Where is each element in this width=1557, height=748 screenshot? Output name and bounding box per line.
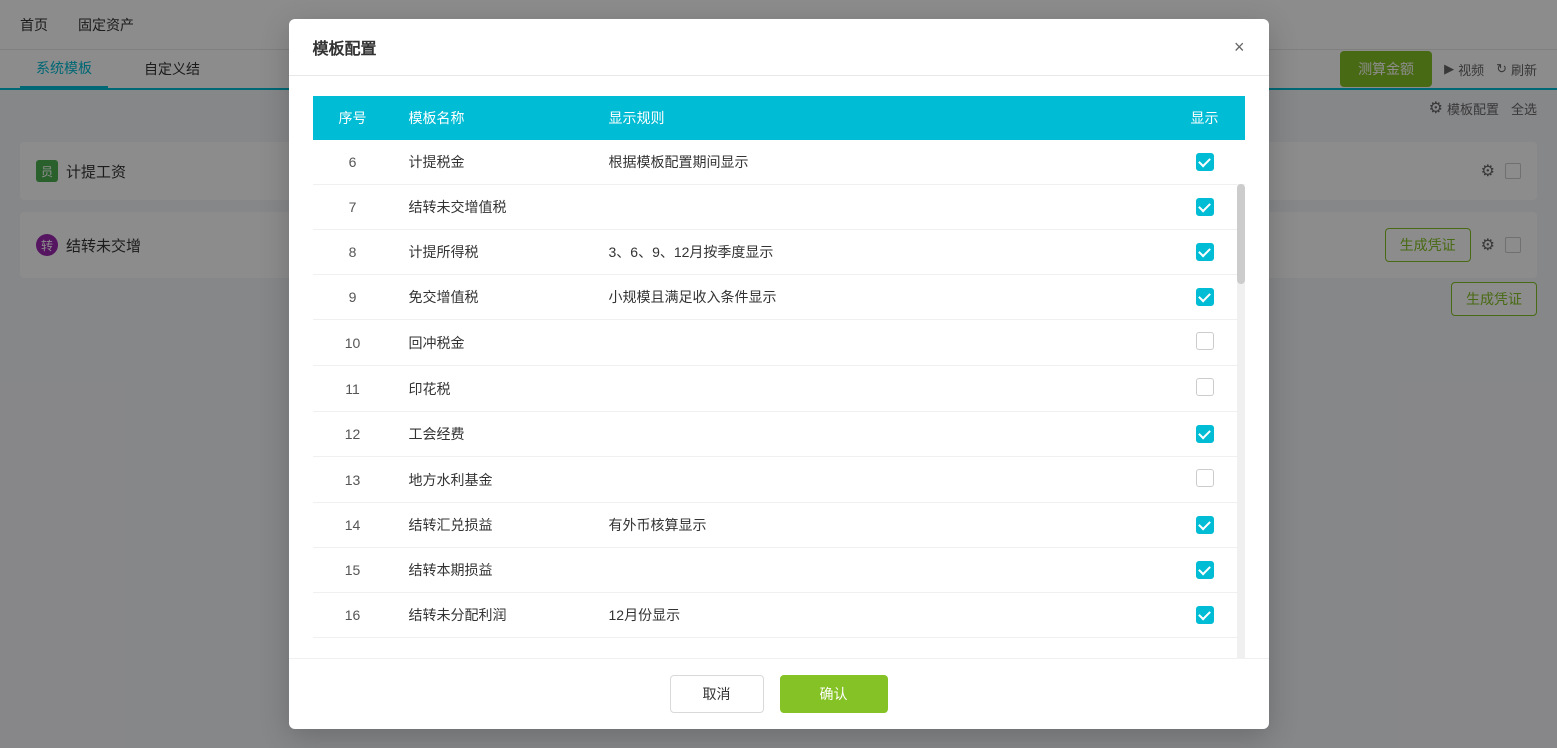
cell-seq-8: 14: [313, 503, 393, 548]
cell-rule-5: [593, 366, 1165, 412]
modal-overlay: 模板配置 × 序号 模板名称 显示规则 显示 6计提税金根据模板配置期间显: [0, 0, 1557, 748]
cell-rule-9: [593, 548, 1165, 593]
cancel-button[interactable]: 取消: [670, 675, 764, 713]
cell-check-8: [1165, 503, 1245, 548]
cell-name-9: 结转本期损益: [393, 548, 593, 593]
checkbox-3[interactable]: [1196, 288, 1214, 306]
table-row: 8计提所得税3、6、9、12月按季度显示: [313, 230, 1245, 275]
col-header-name: 模板名称: [393, 96, 593, 140]
checkbox-7[interactable]: [1196, 469, 1214, 487]
cell-name-4: 回冲税金: [393, 320, 593, 366]
cell-seq-9: 15: [313, 548, 393, 593]
cell-check-0: [1165, 140, 1245, 185]
checkbox-0[interactable]: [1196, 153, 1214, 171]
cell-name-3: 免交增值税: [393, 275, 593, 320]
cell-check-1: [1165, 185, 1245, 230]
table-body: 6计提税金根据模板配置期间显示7结转未交增值税8计提所得税3、6、9、12月按季…: [313, 140, 1245, 638]
cell-seq-2: 8: [313, 230, 393, 275]
table-row: 7结转未交增值税: [313, 185, 1245, 230]
cell-check-3: [1165, 275, 1245, 320]
checkbox-4[interactable]: [1196, 332, 1214, 350]
cell-rule-2: 3、6、9、12月按季度显示: [593, 230, 1165, 275]
checkbox-8[interactable]: [1196, 516, 1214, 534]
template-config-modal: 模板配置 × 序号 模板名称 显示规则 显示 6计提税金根据模板配置期间显: [289, 19, 1269, 729]
scrollbar-track[interactable]: [1237, 184, 1245, 658]
col-header-rule: 显示规则: [593, 96, 1165, 140]
table-row: 13地方水利基金: [313, 457, 1245, 503]
table-row: 6计提税金根据模板配置期间显示: [313, 140, 1245, 185]
cell-check-7: [1165, 457, 1245, 503]
table-header: 序号 模板名称 显示规则 显示: [313, 96, 1245, 140]
table-row: 11印花税: [313, 366, 1245, 412]
cell-name-8: 结转汇兑损益: [393, 503, 593, 548]
cell-name-10: 结转未分配利润: [393, 593, 593, 638]
cell-check-2: [1165, 230, 1245, 275]
cell-check-4: [1165, 320, 1245, 366]
checkbox-5[interactable]: [1196, 378, 1214, 396]
cell-name-5: 印花税: [393, 366, 593, 412]
cell-rule-1: [593, 185, 1165, 230]
modal-close-button[interactable]: ×: [1234, 38, 1245, 56]
table-row: 10回冲税金: [313, 320, 1245, 366]
checkbox-1[interactable]: [1196, 198, 1214, 216]
config-table: 序号 模板名称 显示规则 显示 6计提税金根据模板配置期间显示7结转未交增值税8…: [313, 96, 1245, 638]
checkbox-6[interactable]: [1196, 425, 1214, 443]
modal-body: 序号 模板名称 显示规则 显示 6计提税金根据模板配置期间显示7结转未交增值税8…: [289, 76, 1269, 658]
cell-rule-4: [593, 320, 1165, 366]
checkbox-10[interactable]: [1196, 606, 1214, 624]
cell-check-10: [1165, 593, 1245, 638]
cell-check-6: [1165, 412, 1245, 457]
cell-rule-8: 有外币核算显示: [593, 503, 1165, 548]
modal-footer: 取消 确认: [289, 658, 1269, 729]
cell-name-0: 计提税金: [393, 140, 593, 185]
table-row: 9免交增值税小规模且满足收入条件显示: [313, 275, 1245, 320]
checkbox-9[interactable]: [1196, 561, 1214, 579]
cell-rule-7: [593, 457, 1165, 503]
cell-seq-3: 9: [313, 275, 393, 320]
modal-title: 模板配置: [313, 35, 377, 59]
cell-seq-0: 6: [313, 140, 393, 185]
cell-seq-6: 12: [313, 412, 393, 457]
cell-rule-3: 小规模且满足收入条件显示: [593, 275, 1165, 320]
confirm-button[interactable]: 确认: [780, 675, 888, 713]
modal-header: 模板配置 ×: [289, 19, 1269, 76]
table-row: 12工会经费: [313, 412, 1245, 457]
checkbox-2[interactable]: [1196, 243, 1214, 261]
cell-seq-1: 7: [313, 185, 393, 230]
cell-rule-10: 12月份显示: [593, 593, 1165, 638]
cell-name-1: 结转未交增值税: [393, 185, 593, 230]
cell-seq-10: 16: [313, 593, 393, 638]
cell-name-2: 计提所得税: [393, 230, 593, 275]
cell-seq-5: 11: [313, 366, 393, 412]
cell-check-9: [1165, 548, 1245, 593]
scrollbar-thumb[interactable]: [1237, 184, 1245, 284]
table-row: 16结转未分配利润12月份显示: [313, 593, 1245, 638]
col-header-seq: 序号: [313, 96, 393, 140]
cell-name-7: 地方水利基金: [393, 457, 593, 503]
table-row: 15结转本期损益: [313, 548, 1245, 593]
cell-rule-6: [593, 412, 1165, 457]
table-row: 14结转汇兑损益有外币核算显示: [313, 503, 1245, 548]
cell-seq-7: 13: [313, 457, 393, 503]
cell-name-6: 工会经费: [393, 412, 593, 457]
col-header-display: 显示: [1165, 96, 1245, 140]
cell-rule-0: 根据模板配置期间显示: [593, 140, 1165, 185]
cell-seq-4: 10: [313, 320, 393, 366]
cell-check-5: [1165, 366, 1245, 412]
